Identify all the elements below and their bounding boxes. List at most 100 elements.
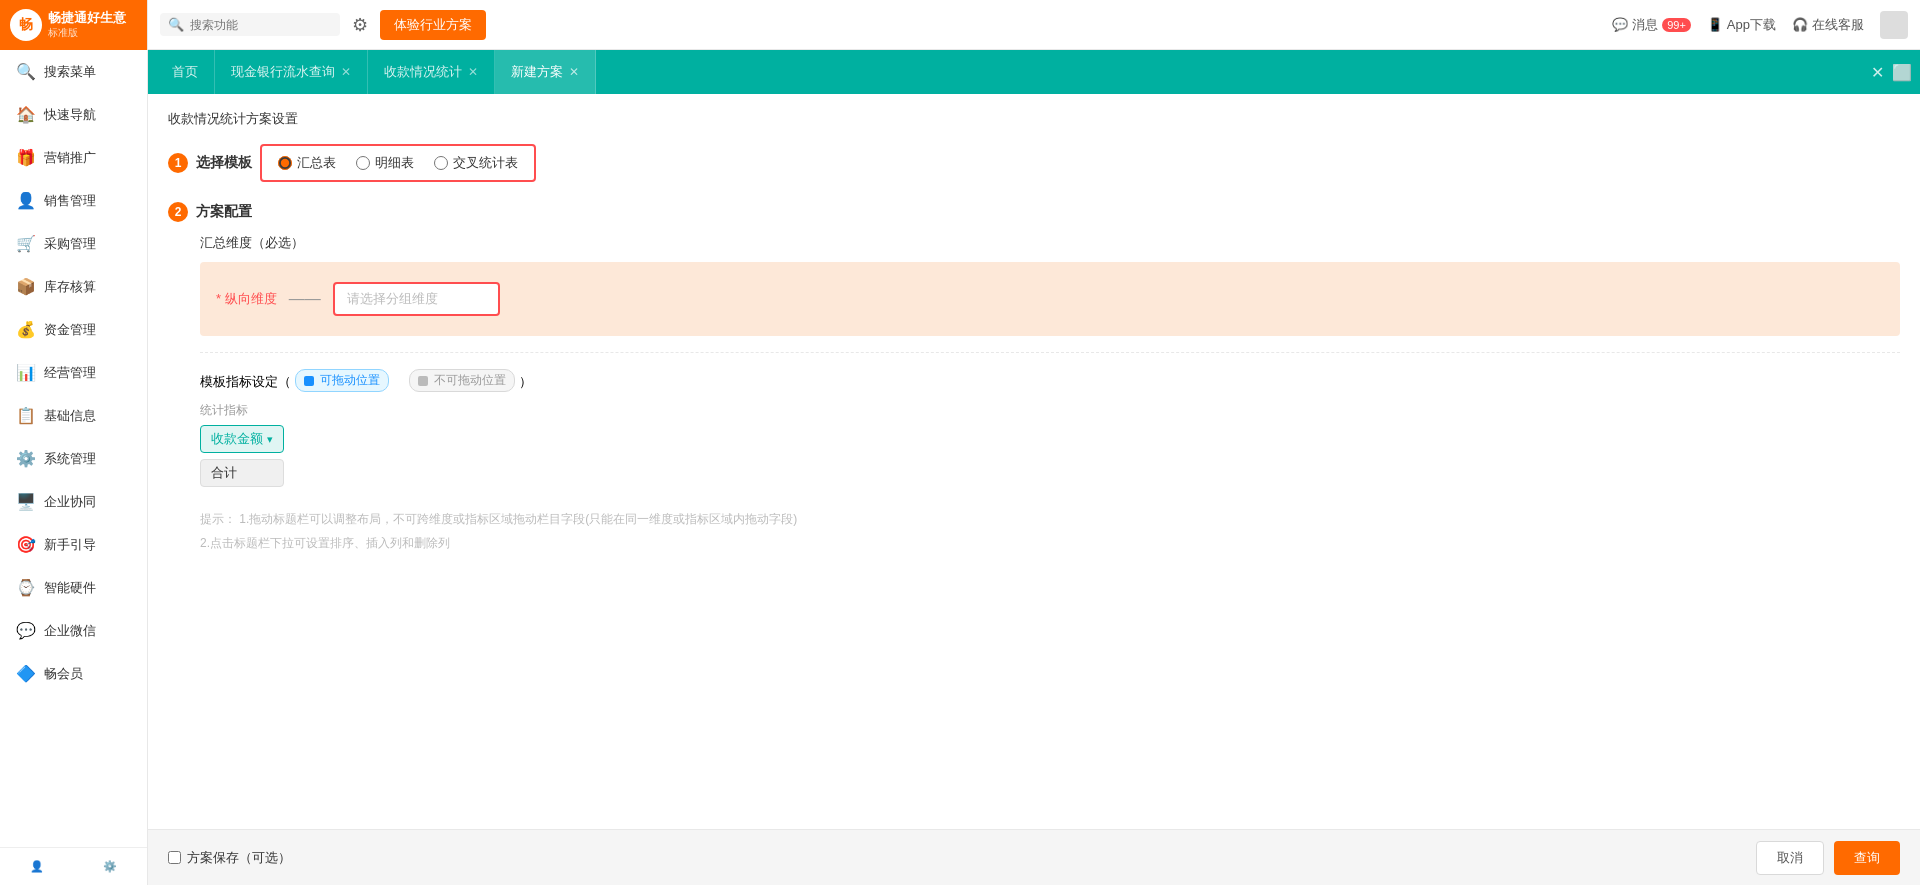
sidebar-item-marketing[interactable]: 🎁 营销推广 <box>0 136 147 179</box>
target-icon: 🎯 <box>16 535 36 554</box>
indicators-hint-row: 模板指标设定（ 可拖动位置 不可拖动位置 <box>200 369 1900 392</box>
tab-receipt-stats[interactable]: 收款情况统计 ✕ <box>368 50 495 94</box>
radio-cross[interactable]: 交叉统计表 <box>434 154 518 172</box>
download-icon: 📱 <box>1707 17 1723 32</box>
topbar: 🔍 ⚙ 体验行业方案 💬 消息 99+ 📱 App下载 🎧 在线客服 <box>148 0 1920 50</box>
cancel-button[interactable]: 取消 <box>1756 841 1824 875</box>
footer-buttons: 取消 查询 <box>1756 841 1900 875</box>
search-menu-icon: 🔍 <box>16 62 36 81</box>
nav-tabs: 首页 现金银行流水查询 ✕ 收款情况统计 ✕ 新建方案 ✕ ✕ ⬜ <box>148 50 1920 94</box>
maximize-icon[interactable]: ⬜ <box>1892 63 1912 82</box>
sidebar-bottom-settings[interactable]: ⚙️ <box>99 856 121 877</box>
close-window-icon[interactable]: ✕ <box>1871 63 1884 82</box>
settings-icon[interactable]: ⚙ <box>352 14 368 36</box>
cart-icon: 🛒 <box>16 234 36 253</box>
sidebar-item-sales[interactable]: 👤 销售管理 <box>0 179 147 222</box>
close-receipt-stats-icon[interactable]: ✕ <box>468 65 478 79</box>
dimension-area: * 纵向维度 —— 请选择分组维度 <box>200 262 1900 336</box>
sidebar-item-member[interactable]: 🔷 畅会员 <box>0 652 147 695</box>
watch-icon: ⌚ <box>16 578 36 597</box>
message-btn[interactable]: 💬 消息 99+ <box>1612 16 1691 34</box>
close-bank-flow-icon[interactable]: ✕ <box>341 65 351 79</box>
vertical-dim-label: * 纵向维度 <box>216 290 277 308</box>
sidebar: 畅 畅捷通好生意 标准版 🔍 搜索菜单 🏠 快速导航 🎁 营销推广 👤 销售管理… <box>0 0 148 885</box>
non-draggable-badge: 不可拖动位置 <box>409 369 515 392</box>
sidebar-item-purchase[interactable]: 🛒 采购管理 <box>0 222 147 265</box>
dim-select-box[interactable]: 请选择分组维度 <box>333 282 500 316</box>
clipboard-icon: 📋 <box>16 406 36 425</box>
radio-detail[interactable]: 明细表 <box>356 154 414 172</box>
money-icon: 💰 <box>16 320 36 339</box>
step2-header: 2 方案配置 <box>168 202 1900 222</box>
tab-controls: ✕ ⬜ <box>1871 63 1912 82</box>
sidebar-item-guide[interactable]: 🎯 新手引导 <box>0 523 147 566</box>
gift-icon: 🎁 <box>16 148 36 167</box>
content-area: 收款情况统计方案设置 1 选择模板 汇总表 <box>148 94 1920 829</box>
radio-detail-label: 明细表 <box>375 154 414 172</box>
message-badge: 99+ <box>1662 18 1691 32</box>
logo-subtitle: 标准版 <box>48 26 126 40</box>
sidebar-item-finance[interactable]: 💰 资金管理 <box>0 308 147 351</box>
search-icon: 🔍 <box>168 17 184 32</box>
logo-title: 畅捷通好生意 <box>48 10 126 26</box>
query-button[interactable]: 查询 <box>1834 841 1900 875</box>
radio-summary-label: 汇总表 <box>297 154 336 172</box>
indicators-label: 模板指标设定（ 可拖动位置 不可拖动位置 <box>200 369 532 392</box>
tip-2: 2.点击标题栏下拉可设置排序、插入列和删除列 <box>200 531 1900 555</box>
sidebar-item-inventory[interactable]: 📦 库存核算 <box>0 265 147 308</box>
step1-header: 1 选择模板 汇总表 明细表 <box>168 144 1900 182</box>
sidebar-item-basic-info[interactable]: 📋 基础信息 <box>0 394 147 437</box>
step1-section: 1 选择模板 汇总表 明细表 <box>168 144 1900 182</box>
tab-home[interactable]: 首页 <box>156 50 215 94</box>
step2-section: 2 方案配置 汇总维度（必选） * 纵向维度 —— 请选择分组维度 <box>168 202 1900 575</box>
close-new-plan-icon[interactable]: ✕ <box>569 65 579 79</box>
page-title: 收款情况统计方案设置 <box>168 110 1900 128</box>
sidebar-item-search-menu[interactable]: 🔍 搜索菜单 <box>0 50 147 93</box>
tips-section: 提示： 1.拖动标题栏可以调整布局，不可跨维度或指标区域拖动栏目字段(只能在同一… <box>200 507 1900 575</box>
home-icon: 🏠 <box>16 105 36 124</box>
chat-icon: 💬 <box>16 621 36 640</box>
indicator-tag-amount[interactable]: 收款金额 ▾ <box>200 425 284 453</box>
chevron-down-icon: ▾ <box>267 433 273 446</box>
logo-icon: 畅 <box>10 9 42 41</box>
sidebar-logo: 畅 畅捷通好生意 标准版 <box>0 0 147 50</box>
search-bar[interactable]: 🔍 <box>160 13 340 36</box>
save-plan-checkbox-input[interactable] <box>168 851 181 864</box>
service-btn[interactable]: 🎧 在线客服 <box>1792 16 1864 34</box>
sidebar-item-cooperation[interactable]: 🖥️ 企业协同 <box>0 480 147 523</box>
tab-bank-flow[interactable]: 现金银行流水查询 ✕ <box>215 50 368 94</box>
sidebar-item-quick-nav[interactable]: 🏠 快速导航 <box>0 93 147 136</box>
radio-summary[interactable]: 汇总表 <box>278 154 336 172</box>
person-icon: 👤 <box>16 191 36 210</box>
dimension-row: * 纵向维度 —— 请选择分组维度 <box>216 282 1884 316</box>
indicator-group: 统计指标 收款金额 ▾ 合计 <box>200 402 1900 487</box>
chart-icon: 📊 <box>16 363 36 382</box>
download-btn[interactable]: 📱 App下载 <box>1707 16 1776 34</box>
tip-1: 提示： 1.拖动标题栏可以调整布局，不可跨维度或指标区域拖动栏目字段(只能在同一… <box>200 507 1900 531</box>
trial-btn[interactable]: 体验行业方案 <box>380 10 486 40</box>
sidebar-item-hardware[interactable]: ⌚ 智能硬件 <box>0 566 147 609</box>
radio-cross-label: 交叉统计表 <box>453 154 518 172</box>
sidebar-item-operations[interactable]: 📊 经营管理 <box>0 351 147 394</box>
sidebar-bottom-user[interactable]: 👤 <box>26 856 48 877</box>
sidebar-item-wechat[interactable]: 💬 企业微信 <box>0 609 147 652</box>
footer-bar: 方案保存（可选） 取消 查询 <box>148 829 1920 885</box>
template-select-box: 汇总表 明细表 交叉统计表 <box>260 144 536 182</box>
main-area: 🔍 ⚙ 体验行业方案 💬 消息 99+ 📱 App下载 🎧 在线客服 首页 <box>148 0 1920 885</box>
user-avatar[interactable] <box>1880 11 1908 39</box>
sidebar-bottom: 👤 ⚙️ <box>0 847 147 885</box>
gear-icon: ⚙️ <box>16 449 36 468</box>
dim-arrow: —— <box>289 290 321 308</box>
step1-num: 1 <box>168 153 188 173</box>
content-inner: 收款情况统计方案设置 1 选择模板 汇总表 <box>148 94 1920 829</box>
step2-num: 2 <box>168 202 188 222</box>
tab-new-plan[interactable]: 新建方案 ✕ <box>495 50 596 94</box>
service-icon: 🎧 <box>1792 17 1808 32</box>
indicator-group-title: 统计指标 <box>200 402 1900 419</box>
save-plan-checkbox[interactable]: 方案保存（可选） <box>168 849 291 867</box>
diamond-icon: 🔷 <box>16 664 36 683</box>
indicator-sub-total: 合计 <box>200 459 284 487</box>
search-input[interactable] <box>190 18 320 32</box>
sidebar-item-system[interactable]: ⚙️ 系统管理 <box>0 437 147 480</box>
draggable-badge: 可拖动位置 <box>295 369 389 392</box>
